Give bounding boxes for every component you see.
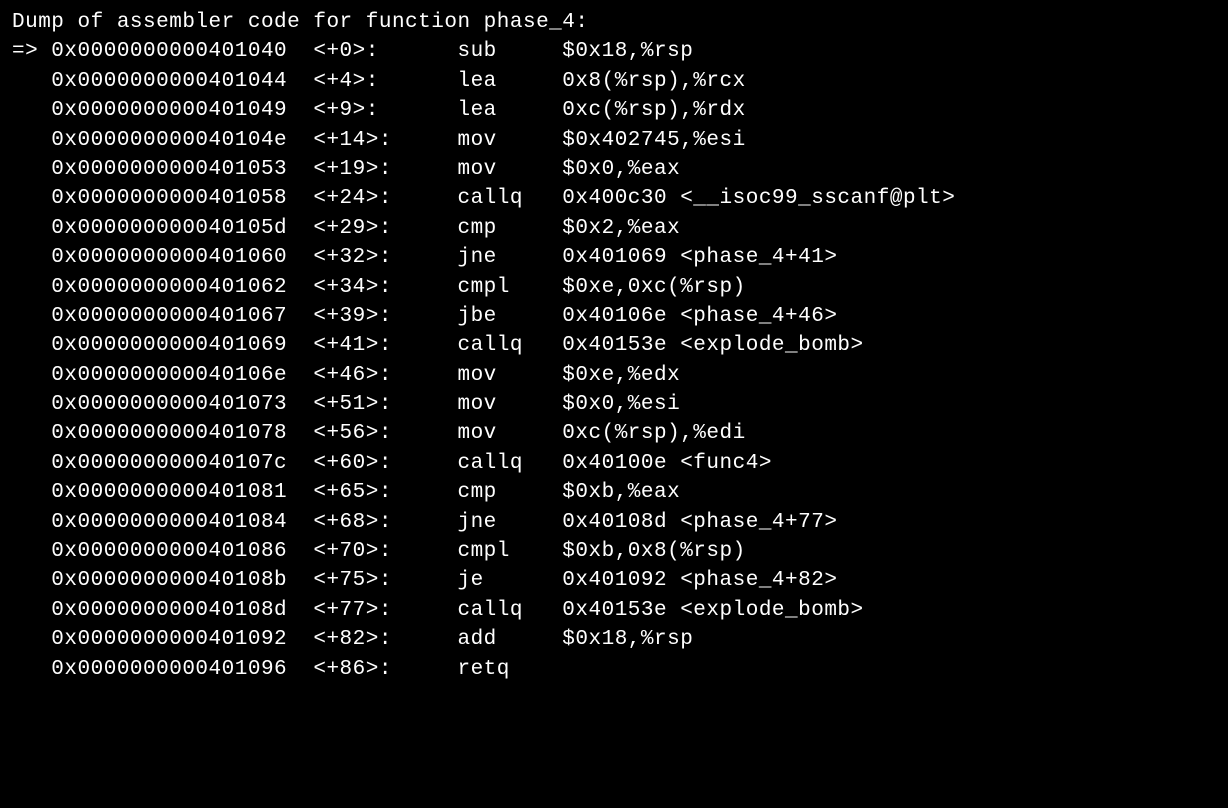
assembly-line: 0x000000000040108d <+77>: callq 0x40153e… [12, 596, 1216, 625]
disassembly-header: Dump of assembler code for function phas… [12, 8, 1216, 37]
assembly-line: 0x0000000000401053 <+19>: mov $0x0,%eax [12, 155, 1216, 184]
assembly-line: 0x0000000000401062 <+34>: cmpl $0xe,0xc(… [12, 273, 1216, 302]
assembly-line: 0x0000000000401073 <+51>: mov $0x0,%esi [12, 390, 1216, 419]
assembly-line: 0x0000000000401069 <+41>: callq 0x40153e… [12, 331, 1216, 360]
assembly-line: 0x0000000000401096 <+86>: retq [12, 655, 1216, 684]
gdb-disassembly-output: Dump of assembler code for function phas… [12, 8, 1216, 684]
assembly-line: 0x0000000000401081 <+65>: cmp $0xb,%eax [12, 478, 1216, 507]
assembly-line: 0x0000000000401092 <+82>: add $0x18,%rsp [12, 625, 1216, 654]
assembly-line: 0x000000000040108b <+75>: je 0x401092 <p… [12, 566, 1216, 595]
assembly-line: 0x0000000000401058 <+24>: callq 0x400c30… [12, 184, 1216, 213]
assembly-line: 0x000000000040107c <+60>: callq 0x40100e… [12, 449, 1216, 478]
assembly-line: 0x0000000000401078 <+56>: mov 0xc(%rsp),… [12, 419, 1216, 448]
assembly-line: 0x0000000000401067 <+39>: jbe 0x40106e <… [12, 302, 1216, 331]
assembly-line: 0x000000000040105d <+29>: cmp $0x2,%eax [12, 214, 1216, 243]
assembly-line: 0x0000000000401084 <+68>: jne 0x40108d <… [12, 508, 1216, 537]
assembly-line: 0x0000000000401044 <+4>: lea 0x8(%rsp),%… [12, 67, 1216, 96]
assembly-line: 0x000000000040106e <+46>: mov $0xe,%edx [12, 361, 1216, 390]
assembly-line: => 0x0000000000401040 <+0>: sub $0x18,%r… [12, 37, 1216, 66]
assembly-line: 0x0000000000401086 <+70>: cmpl $0xb,0x8(… [12, 537, 1216, 566]
assembly-line: 0x0000000000401060 <+32>: jne 0x401069 <… [12, 243, 1216, 272]
assembly-lines: => 0x0000000000401040 <+0>: sub $0x18,%r… [12, 37, 1216, 684]
assembly-line: 0x0000000000401049 <+9>: lea 0xc(%rsp),%… [12, 96, 1216, 125]
assembly-line: 0x000000000040104e <+14>: mov $0x402745,… [12, 126, 1216, 155]
